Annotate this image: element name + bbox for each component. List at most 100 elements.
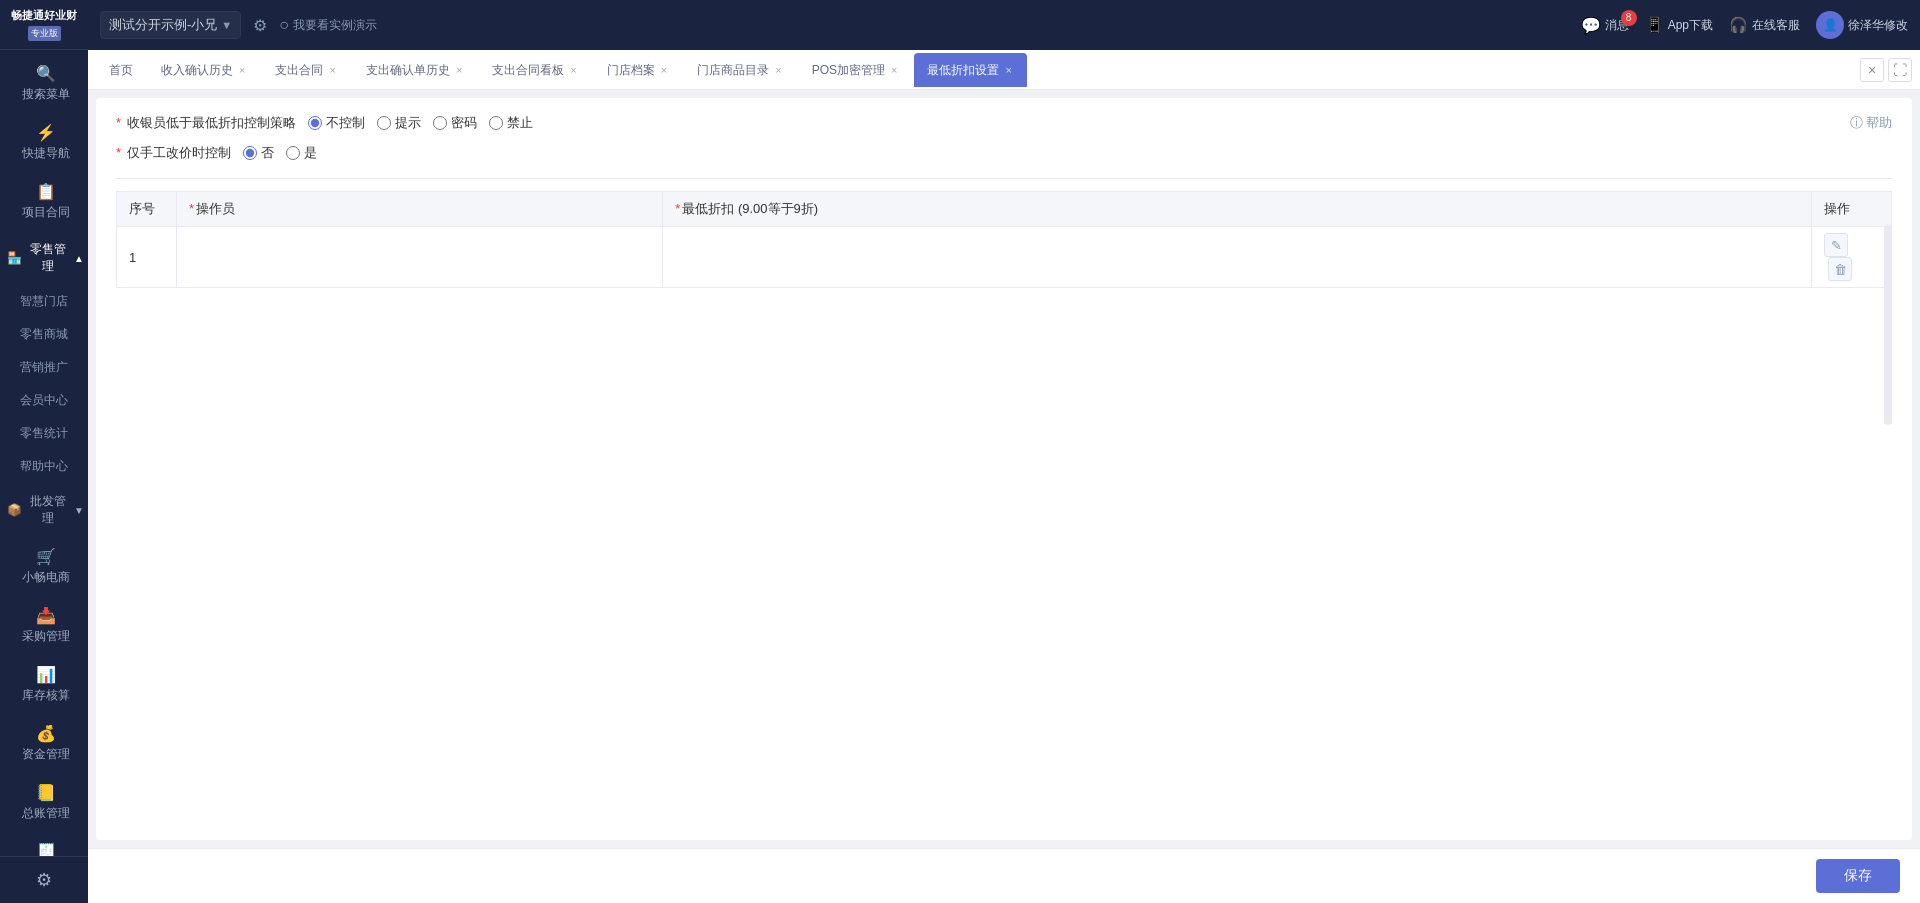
tab-min-discount[interactable]: 最低折扣设置 × xyxy=(914,53,1026,87)
sidebar-item-retail-mall[interactable]: 零售商城 xyxy=(0,318,88,351)
sidebar-item-wholesale[interactable]: 📦 批发管理 ▼ xyxy=(0,483,88,537)
sidebar-item-retail-stat[interactable]: 零售统计 xyxy=(0,417,88,450)
radio-manual-no[interactable]: 否 xyxy=(243,144,274,162)
radio-remind[interactable]: 提示 xyxy=(377,114,421,132)
settings-icon[interactable]: ⚙ xyxy=(36,869,52,891)
ecommerce-icon: 🛒 xyxy=(36,547,56,566)
tabbar: 首页 收入确认历史 × 支出合同 × 支出确认单历史 × 支出合同看板 × 门店… xyxy=(88,50,1920,90)
cell-discount[interactable] xyxy=(663,227,1812,288)
tab-home[interactable]: 首页 xyxy=(96,53,146,87)
control-label: * 收银员低于最低折扣控制策略 xyxy=(116,114,296,132)
tab-close-icon[interactable]: × xyxy=(1003,63,1013,77)
sidebar-item-smart-store[interactable]: 智慧门店 xyxy=(0,285,88,318)
radio-password-input[interactable] xyxy=(433,116,447,130)
radio-manual-no-input[interactable] xyxy=(243,146,257,160)
sidebar-item-marketing[interactable]: 营销推广 xyxy=(0,351,88,384)
sidebar-sub-label: 零售商城 xyxy=(20,326,68,343)
sidebar-item-ledger[interactable]: 📒 总账管理 xyxy=(0,773,88,832)
project-selector[interactable]: 测试分开示例-小兄 ▼ xyxy=(100,11,241,39)
tab-close-icon[interactable]: × xyxy=(889,63,899,77)
maximize-button[interactable]: ⛶ xyxy=(1888,58,1912,82)
radio-remind-input[interactable] xyxy=(377,116,391,130)
control-radio-group: 不控制 提示 密码 禁止 xyxy=(308,114,533,132)
topbar-left: 测试分开示例-小兄 ▼ ⚙ ○ 我要看实例演示 xyxy=(100,11,1581,39)
radio-no-control[interactable]: 不控制 xyxy=(308,114,365,132)
radio-forbid-input[interactable] xyxy=(489,116,503,130)
inventory-icon: 📊 xyxy=(36,665,56,684)
tab-store-products[interactable]: 门店商品目录 × xyxy=(684,53,796,87)
tab-store-file[interactable]: 门店档案 × xyxy=(594,53,682,87)
tab-expense-confirm-history[interactable]: 支出确认单历史 × xyxy=(353,53,477,87)
tab-close-icon[interactable]: × xyxy=(568,63,578,77)
tab-income-history[interactable]: 收入确认历史 × xyxy=(148,53,260,87)
project-name: 测试分开示例-小兄 xyxy=(109,16,217,34)
help-button[interactable]: ⓘ 帮助 xyxy=(1850,114,1892,132)
tab-close-icon[interactable]: × xyxy=(454,63,464,77)
tab-label: 门店商品目录 xyxy=(697,62,769,79)
sidebar-item-inventory[interactable]: 📊 库存核算 xyxy=(0,655,88,714)
tab-expense-board[interactable]: 支出合同看板 × xyxy=(479,53,591,87)
tab-close-icon[interactable]: × xyxy=(327,63,337,77)
sidebar-item-contract[interactable]: 📋 项目合同 xyxy=(0,172,88,231)
sidebar-item-label: 零售管理 xyxy=(25,241,71,275)
retail-icon: 🏪 xyxy=(7,251,22,265)
sidebar-item-label: 总账管理 xyxy=(22,805,70,822)
topbar: 测试分开示例-小兄 ▼ ⚙ ○ 我要看实例演示 💬 8 消息 📱 App下载 🎧… xyxy=(88,0,1920,50)
cell-actions: ✎ 🗑 xyxy=(1812,227,1892,288)
app-download-icon: 📱 xyxy=(1645,16,1664,34)
tab-close-icon[interactable]: × xyxy=(773,63,783,77)
online-service-item[interactable]: 🎧 在线客服 xyxy=(1729,16,1800,34)
tab-label: 支出合同 xyxy=(275,62,323,79)
sidebar-item-help-center[interactable]: 帮助中心 xyxy=(0,450,88,483)
sidebar-item-finance[interactable]: 💰 资金管理 xyxy=(0,714,88,773)
tab-close-icon[interactable]: × xyxy=(237,63,247,77)
sidebar-item-label: 批发管理 xyxy=(25,493,71,527)
close-tab-button[interactable]: × xyxy=(1860,58,1884,82)
col-discount: *最低折扣 (9.00等于9折) xyxy=(663,192,1812,227)
tab-expense-contract[interactable]: 支出合同 × xyxy=(262,53,350,87)
tab-label: 最低折扣设置 xyxy=(927,62,999,79)
edit-row-button[interactable]: ✎ xyxy=(1824,233,1848,257)
sidebar-item-member[interactable]: 会员中心 xyxy=(0,384,88,417)
table-scrollbar[interactable] xyxy=(1884,225,1892,425)
tab-close-icon[interactable]: × xyxy=(659,63,669,77)
radio-password-label: 密码 xyxy=(451,114,477,132)
radio-forbid[interactable]: 禁止 xyxy=(489,114,533,132)
sidebar-item-invoice[interactable]: 🧾 发票管理 xyxy=(0,832,88,856)
radio-manual-yes[interactable]: 是 xyxy=(286,144,317,162)
username-label: 徐泽华修改 xyxy=(1848,17,1908,34)
cell-operator[interactable] xyxy=(177,227,663,288)
tab-label: 门店档案 xyxy=(607,62,655,79)
required-mark: * xyxy=(116,115,121,130)
user-profile-item[interactable]: 👤 徐泽华修改 xyxy=(1816,11,1908,39)
sidebar-item-quicknav[interactable]: ⚡ 快捷导航 xyxy=(0,113,88,172)
footer-bar: 保存 xyxy=(88,848,1920,903)
form-row-control: * 收银员低于最低折扣控制策略 不控制 提示 xyxy=(116,114,1892,132)
topbar-settings-icon[interactable]: ⚙ xyxy=(249,12,271,39)
ledger-icon: 📒 xyxy=(36,783,56,802)
search-icon: 🔍 xyxy=(36,64,56,83)
page-panel: * 收银员低于最低折扣控制策略 不控制 提示 xyxy=(96,98,1912,840)
demo-link[interactable]: ○ 我要看实例演示 xyxy=(279,16,377,34)
app-download-item[interactable]: 📱 App下载 xyxy=(1645,16,1713,34)
sidebar-menu: 🔍 搜索菜单 ⚡ 快捷导航 📋 项目合同 🏪 零售管理 ▲ 智慧门店 零售商城 … xyxy=(0,50,88,856)
sidebar-item-ecommerce[interactable]: 🛒 小畅电商 xyxy=(0,537,88,596)
sidebar-item-purchase[interactable]: 📥 采购管理 xyxy=(0,596,88,655)
radio-manual-yes-input[interactable] xyxy=(286,146,300,160)
manual-radio-group: 否 是 xyxy=(243,144,317,162)
user-icon: 👤 xyxy=(1823,18,1838,32)
logo-text: 畅捷通好业财 xyxy=(11,8,77,22)
message-item[interactable]: 💬 8 消息 xyxy=(1581,16,1629,35)
sidebar-item-search[interactable]: 🔍 搜索菜单 xyxy=(0,54,88,113)
sidebar-item-retail[interactable]: 🏪 零售管理 ▲ xyxy=(0,231,88,285)
tab-pos-encrypt[interactable]: POS加密管理 × xyxy=(799,53,913,87)
delete-row-button[interactable]: 🗑 xyxy=(1828,257,1852,281)
table-body: 1 ✎ 🗑 xyxy=(117,227,1892,288)
sidebar-item-label: 项目合同 xyxy=(22,204,70,221)
save-button[interactable]: 保存 xyxy=(1816,859,1900,893)
sidebar-item-label: 搜索菜单 xyxy=(22,86,70,103)
main-container: 测试分开示例-小兄 ▼ ⚙ ○ 我要看实例演示 💬 8 消息 📱 App下载 🎧… xyxy=(88,0,1920,903)
radio-password[interactable]: 密码 xyxy=(433,114,477,132)
help-circle-icon: ⓘ xyxy=(1850,114,1863,132)
radio-no-control-input[interactable] xyxy=(308,116,322,130)
